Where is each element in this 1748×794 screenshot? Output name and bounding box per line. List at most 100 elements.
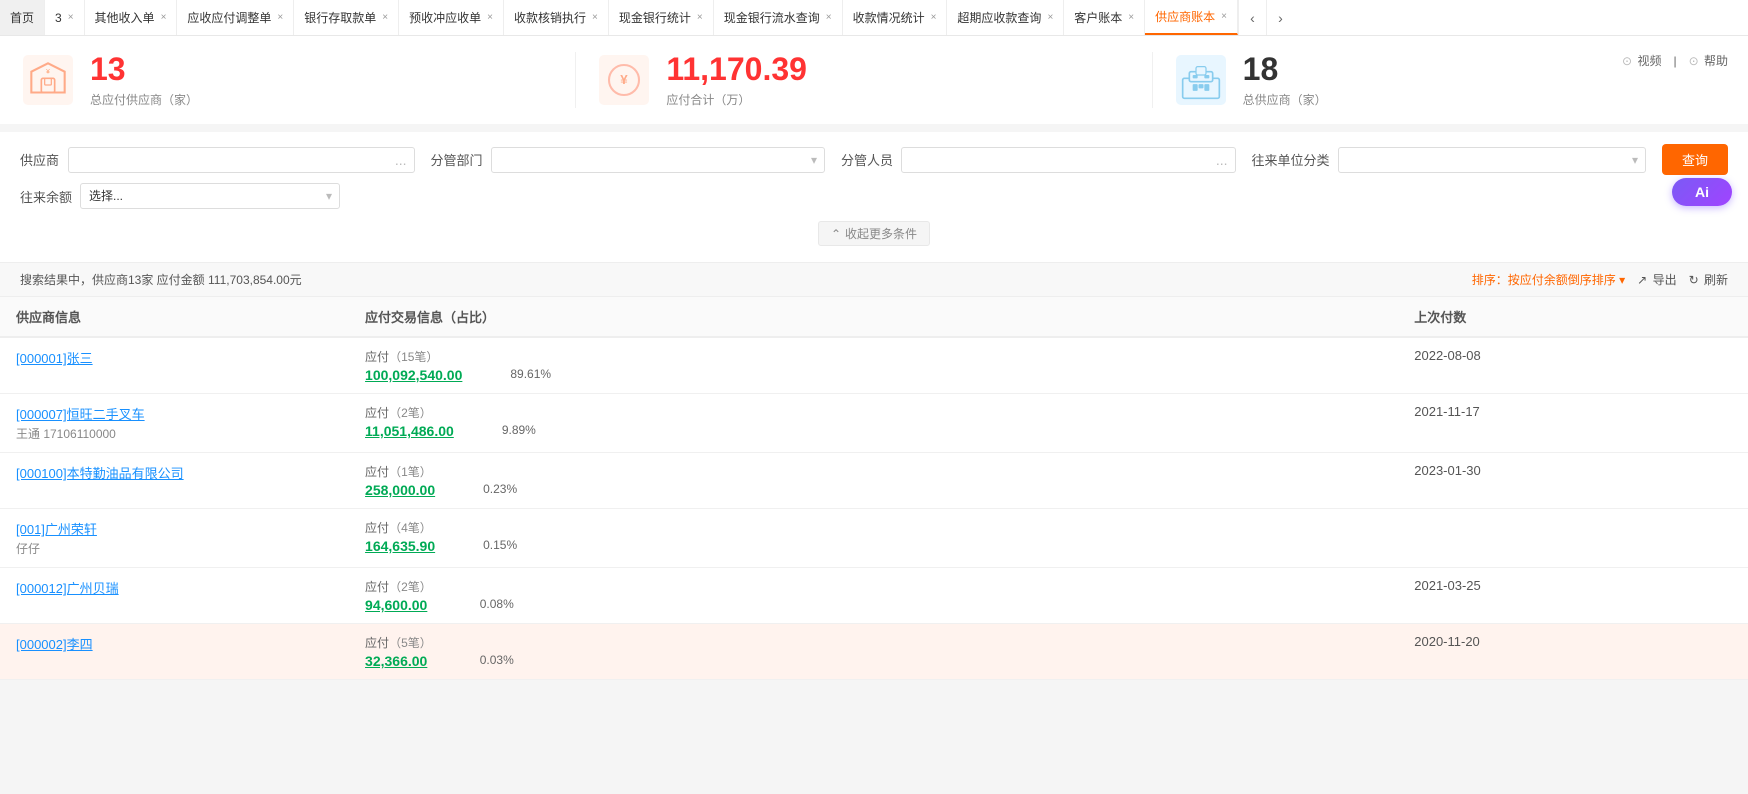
person-input[interactable] (901, 147, 1235, 173)
supplier-link-1[interactable]: [000007]恒旺二手叉车 (16, 407, 145, 422)
nav-item-customer-ledger[interactable]: 客户账本 × (1064, 0, 1145, 35)
nav-item-tab3[interactable]: 3 × (45, 0, 85, 35)
nav-close-ar-ap-adjust[interactable]: × (277, 12, 283, 23)
nav-label-recv-write-off: 收款核销执行 (514, 9, 586, 26)
last-pay-date-5: 2020-11-20 (1414, 634, 1480, 649)
sort-label[interactable]: 排序：按应付余额倒序排序 ▾ (1472, 271, 1625, 288)
nav-item-home[interactable]: 首页 (0, 0, 45, 35)
supplier-link-4[interactable]: [000012]广州贝瑞 (16, 581, 119, 596)
cell-last-pay-0: 2022-08-08 (1398, 337, 1748, 394)
ap-amount-4[interactable]: 94,600.00 (365, 597, 427, 613)
stat-label-amount: 应付合计（万） (666, 91, 807, 108)
balance-select[interactable]: 选择... (80, 183, 340, 209)
ap-amount-3[interactable]: 164,635.90 (365, 538, 435, 554)
nav-item-overdue-recv[interactable]: 超期应收款查询 × (947, 0, 1064, 35)
th-ap-transaction: 应付交易信息（占比） (349, 297, 1398, 337)
nav-item-supplier-ledger[interactable]: 供应商账本 × (1145, 0, 1238, 35)
query-button[interactable]: 查询 (1662, 144, 1728, 175)
nav-close-cash-bank-flow[interactable]: × (826, 12, 832, 23)
nav-close-supplier-ledger[interactable]: × (1221, 11, 1227, 22)
cell-ap-1: 应付（2笔） 11,051,486.00 9.89% (349, 394, 1398, 453)
ap-percent-3: 0.15% (467, 538, 517, 552)
nav-prev-arrow[interactable]: ‹ (1238, 0, 1266, 35)
nav-label-bank-deposit: 银行存取款单 (304, 9, 376, 26)
ap-label-0: 应付（15笔） (365, 348, 462, 365)
refresh-button[interactable]: ↻ 刷新 (1689, 271, 1728, 288)
dept-select[interactable] (491, 147, 825, 173)
supplier-link-5[interactable]: [000002]李四 (16, 637, 93, 652)
last-pay-date-2: 2023-01-30 (1414, 463, 1481, 478)
stats-header: ¥ 13 总应付供应商（家） ¥ 11,170.39 应付合计（万） (0, 36, 1748, 124)
cell-last-pay-5: 2020-11-20 (1398, 624, 1748, 680)
nav-item-bank-deposit[interactable]: 银行存取款单 × (294, 0, 399, 35)
nav-close-pre-recv[interactable]: × (487, 12, 493, 23)
export-icon: ↗ (1637, 273, 1647, 287)
nav-close-other-income[interactable]: × (161, 12, 167, 23)
nav-item-cash-bank-stat[interactable]: 现金银行统计 × (609, 0, 714, 35)
nav-close-overdue-recv[interactable]: × (1047, 12, 1053, 23)
supplier-dots[interactable]: ... (395, 152, 407, 168)
nav-label-overdue-recv: 超期应收款查询 (957, 9, 1041, 26)
nav-label-pre-recv: 预收冲应收单 (409, 9, 481, 26)
cell-ap-0: 应付（15笔） 100,092,540.00 89.61% (349, 337, 1398, 394)
nav-item-recv-stat[interactable]: 收款情况统计 × (843, 0, 948, 35)
supplier-link-0[interactable]: [000001]张三 (16, 351, 93, 366)
svg-text:¥: ¥ (621, 72, 629, 87)
ap-amount-5[interactable]: 32,366.00 (365, 653, 427, 669)
ap-amount-2[interactable]: 258,000.00 (365, 482, 435, 498)
nav-item-pre-recv[interactable]: 预收冲应收单 × (399, 0, 504, 35)
nav-close-recv-write-off[interactable]: × (592, 12, 598, 23)
nav-close-customer-ledger[interactable]: × (1128, 12, 1134, 23)
th-last-pay: 上次付数 (1398, 297, 1748, 337)
video-link[interactable]: ⊙ 视频 (1622, 52, 1661, 69)
result-summary: 搜索结果中，供应商13家 应付金额 111,703,854.00元 (20, 271, 302, 288)
nav-item-ar-ap-adjust[interactable]: 应收应付调整单 × (177, 0, 294, 35)
table-row: [000002]李四 应付（5笔） 32,366.00 0.03% 2020-1… (0, 624, 1748, 680)
nav-item-cash-bank-flow[interactable]: 现金银行流水查询 × (714, 0, 843, 35)
stat-text-suppliers: 13 总应付供应商（家） (90, 52, 198, 108)
balance-select-wrap: 选择... ▾ (80, 183, 340, 209)
nav-label-cash-bank-flow: 现金银行流水查询 (724, 9, 820, 26)
category-label: 往来单位分类 (1252, 150, 1330, 169)
person-label: 分管人员 (841, 150, 893, 169)
stat-number-amount: 11,170.39 (666, 52, 807, 87)
supplier-input[interactable] (68, 147, 415, 173)
search-field-category: 往来单位分类 ▾ (1252, 147, 1647, 173)
cell-supplier-info-2: [000100]本特勤油品有限公司 (0, 453, 349, 509)
nav-close-tab3[interactable]: × (68, 12, 74, 23)
help-link[interactable]: ⊙ 帮助 (1689, 52, 1728, 69)
nav-item-recv-write-off[interactable]: 收款核销执行 × (504, 0, 609, 35)
ap-amount-1[interactable]: 11,051,486.00 (365, 423, 454, 439)
table-header-row: 供应商信息 应付交易信息（占比） 上次付数 (0, 297, 1748, 337)
collapse-button[interactable]: ⌃ 收起更多条件 (818, 221, 930, 246)
svg-text:¥: ¥ (46, 68, 50, 75)
cell-supplier-info-4: [000012]广州贝瑞 (0, 568, 349, 624)
cell-ap-3: 应付（4笔） 164,635.90 0.15% (349, 509, 1398, 568)
ai-button[interactable]: Ai (1672, 178, 1732, 206)
last-pay-date-0: 2022-08-08 (1414, 348, 1481, 363)
category-select[interactable] (1338, 147, 1646, 173)
nav-close-bank-deposit[interactable]: × (382, 12, 388, 23)
supplier-link-3[interactable]: [001]广州荣轩 (16, 522, 97, 537)
export-button[interactable]: ↗ 导出 (1637, 271, 1676, 288)
stat-block-suppliers: ¥ 13 总应付供应商（家） (20, 52, 575, 108)
nav-next-arrow[interactable]: › (1266, 0, 1294, 35)
cell-supplier-info-5: [000002]李四 (0, 624, 349, 680)
table-row: [000100]本特勤油品有限公司 应付（1笔） 258,000.00 0.23… (0, 453, 1748, 509)
supplier-link-2[interactable]: [000100]本特勤油品有限公司 (16, 466, 184, 481)
result-actions: 排序：按应付余额倒序排序 ▾ ↗ 导出 ↻ 刷新 (1472, 271, 1728, 288)
person-input-wrap: ... (901, 147, 1235, 173)
stat-text-amount: 11,170.39 应付合计（万） (666, 52, 807, 108)
nav-close-cash-bank-stat[interactable]: × (697, 12, 703, 23)
result-bar: 搜索结果中，供应商13家 应付金额 111,703,854.00元 排序：按应付… (0, 262, 1748, 297)
stat-number-total-suppliers: 18 (1243, 52, 1327, 87)
table-row: [001]广州荣轩仔仔 应付（4笔） 164,635.90 0.15% (0, 509, 1748, 568)
ap-label-2: 应付（1笔） (365, 463, 435, 480)
nav-close-recv-stat[interactable]: × (931, 12, 937, 23)
cell-ap-2: 应付（1笔） 258,000.00 0.23% (349, 453, 1398, 509)
ap-amount-0[interactable]: 100,092,540.00 (365, 367, 462, 383)
search-row-1: 供应商 ... 分管部门 ▾ 分管人员 ... (20, 144, 1728, 175)
nav-label-other-income: 其他收入单 (95, 9, 155, 26)
person-dots[interactable]: ... (1216, 152, 1228, 168)
nav-item-other-income[interactable]: 其他收入单 × (85, 0, 178, 35)
